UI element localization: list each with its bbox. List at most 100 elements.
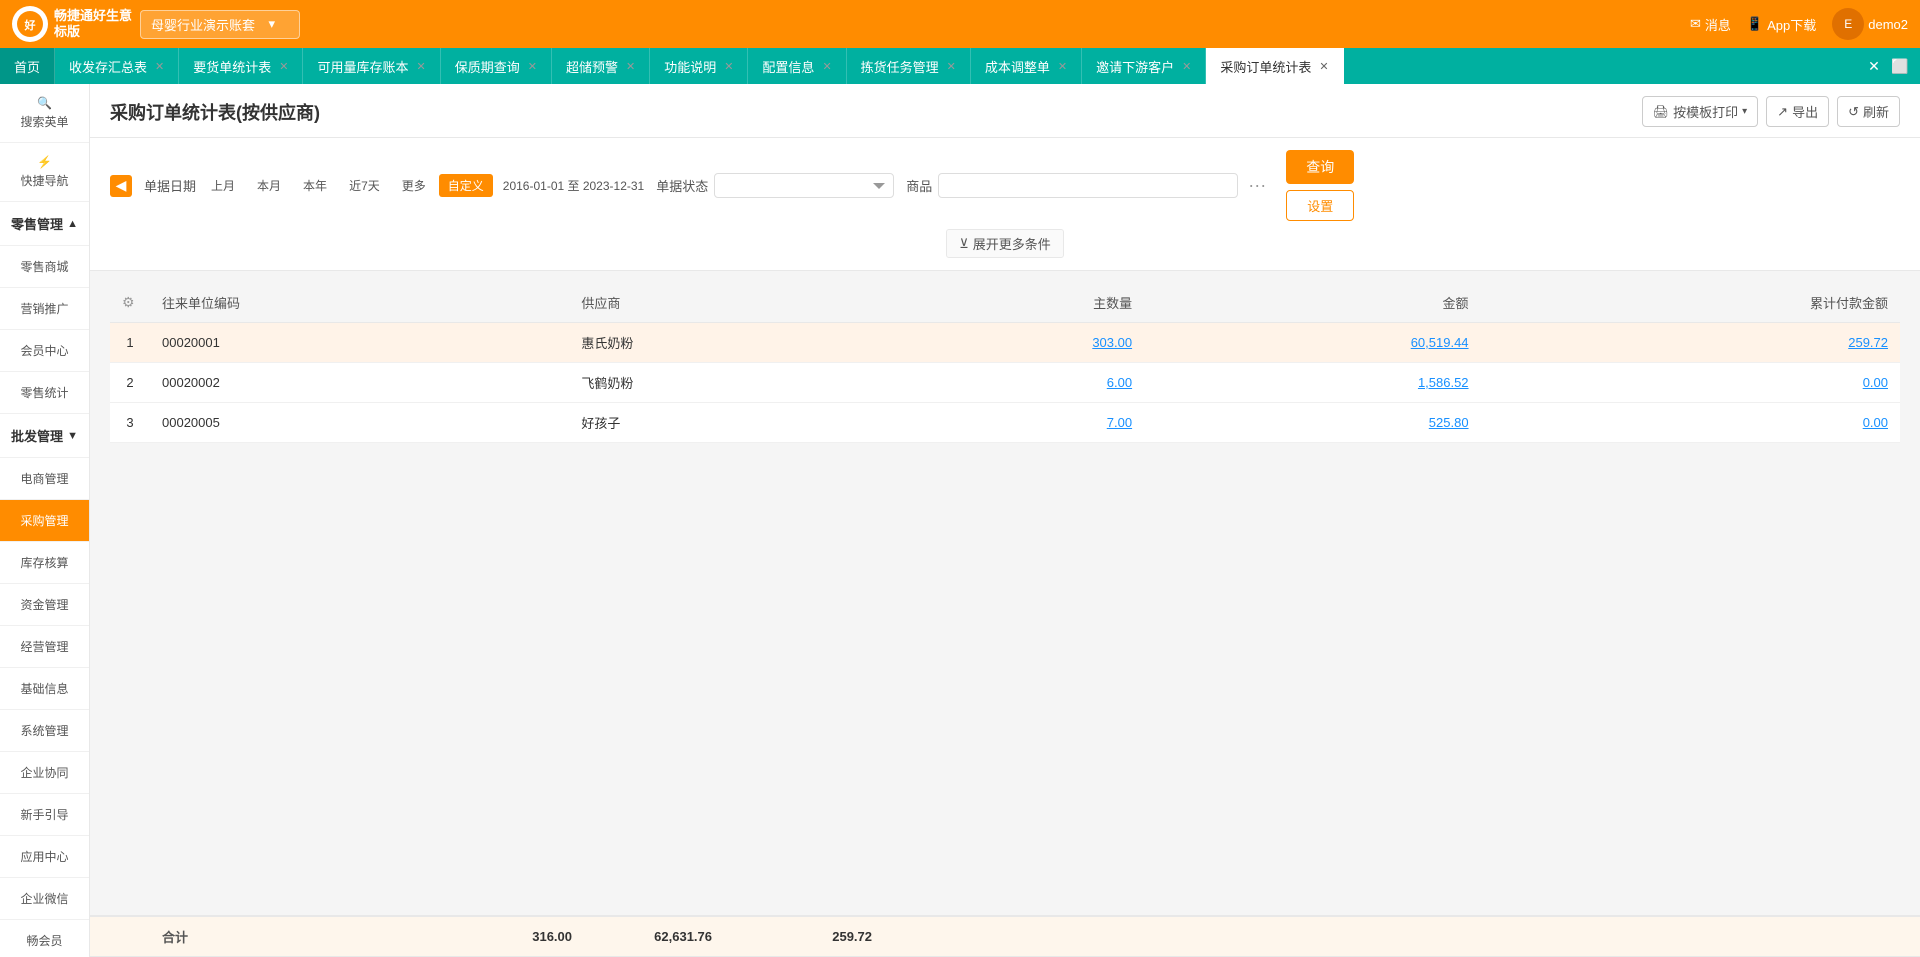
tab-freshness[interactable]: 保质期查询 ✕ xyxy=(441,48,552,84)
sidebar-item-quick-nav[interactable]: ⚡ 快捷导航 xyxy=(0,143,89,202)
cell-amount[interactable]: 1,586.52 xyxy=(1144,363,1480,403)
expand-more-btn[interactable]: ⊻ 展开更多条件 xyxy=(946,229,1064,258)
cell-paid-amount[interactable]: 259.72 xyxy=(1481,323,1900,363)
cell-unit-code: 00020002 xyxy=(150,363,569,403)
date-range-display: 2016-01-01 至 2023-12-31 xyxy=(503,177,644,194)
sidebar-item-member[interactable]: 会员中心 xyxy=(0,330,89,372)
th-supplier: 供应商 xyxy=(569,283,882,323)
sidebar-item-finance[interactable]: 资金管理 xyxy=(0,584,89,626)
workspace-selector[interactable]: 母婴行业演示账套 ▾ xyxy=(140,10,300,39)
page-header: 采购订单统计表(按供应商) 🖨 按模板打印 ▾ ↗ 导出 ↺ 刷新 xyxy=(90,84,1920,138)
status-select[interactable] xyxy=(714,173,894,198)
sidebar-item-marketing[interactable]: 营销推广 xyxy=(0,288,89,330)
tab-invite-downstream[interactable]: 邀请下游客户 ✕ xyxy=(1082,48,1206,84)
sidebar-item-purchase[interactable]: 采购管理 xyxy=(0,500,89,542)
top-bar-left: 好 畅捷通好生意 标版 母婴行业演示账套 ▾ xyxy=(12,6,300,42)
tab-function-desc[interactable]: 功能说明 ✕ xyxy=(650,48,748,84)
cell-paid-amount[interactable]: 0.00 xyxy=(1481,403,1900,443)
sidebar-item-retail[interactable]: 零售管理 ▲ xyxy=(0,202,89,246)
sidebar-item-enterprise-wechat[interactable]: 企业微信 xyxy=(0,878,89,920)
tab-close-purchase-stat[interactable]: ✕ xyxy=(1319,60,1328,73)
sidebar-item-operations[interactable]: 经营管理 xyxy=(0,626,89,668)
tab-close-freshness[interactable]: ✕ xyxy=(528,60,537,73)
query-button[interactable]: 查询 xyxy=(1286,150,1354,184)
date-shortcut-custom[interactable]: 自定义 xyxy=(439,174,493,197)
refresh-icon: ↺ xyxy=(1848,104,1859,120)
sidebar-item-app-center[interactable]: 应用中心 xyxy=(0,836,89,878)
table-container: ⚙ 往来单位编码 供应商 主数量 金额 累计付款金额 1 00020001 惠氏… xyxy=(90,271,1920,915)
tab-close-config[interactable]: ✕ xyxy=(822,60,831,73)
expand-icon: ⊻ xyxy=(959,236,969,252)
cell-seq: 2 xyxy=(110,363,150,403)
toggle-expand-button[interactable]: ◀ xyxy=(110,175,132,197)
sidebar-item-retail-stat[interactable]: 零售统计 xyxy=(0,372,89,414)
tab-close-invite-downstream[interactable]: ✕ xyxy=(1182,60,1191,73)
table-row: 2 00020002 飞鹤奶粉 6.00 1,586.52 0.00 xyxy=(110,363,1900,403)
filter-area: ◀ 单据日期 上月 本月 本年 近7天 更多 自定义 2016-01-01 至 … xyxy=(90,138,1920,271)
tab-cost-adjust[interactable]: 成本调整单 ✕ xyxy=(971,48,1082,84)
tab-config[interactable]: 配置信息 ✕ xyxy=(748,48,846,84)
print-icon: 🖨 xyxy=(1653,104,1670,120)
retail-chevron-icon: ▲ xyxy=(67,218,78,230)
content-area: 采购订单统计表(按供应商) 🖨 按模板打印 ▾ ↗ 导出 ↺ 刷新 xyxy=(90,84,1920,957)
tab-close-cost-adjust[interactable]: ✕ xyxy=(1058,60,1067,73)
sidebar-item-guide[interactable]: 新手引导 xyxy=(0,794,89,836)
date-shortcut-this-month[interactable]: 本月 xyxy=(248,174,290,197)
tab-close-available-stock[interactable]: ✕ xyxy=(417,60,426,73)
cell-seq: 3 xyxy=(110,403,150,443)
cell-qty[interactable]: 7.00 xyxy=(882,403,1144,443)
sidebar-item-system[interactable]: 系统管理 xyxy=(0,710,89,752)
setting-button[interactable]: 设置 xyxy=(1286,190,1354,221)
tab-close-function-desc[interactable]: ✕ xyxy=(724,60,733,73)
tab-close-receive[interactable]: ✕ xyxy=(155,60,164,73)
nav-tabs: 首页 收发存汇总表 ✕ 要货单统计表 ✕ 可用量库存账本 ✕ 保质期查询 ✕ 超… xyxy=(0,48,1920,84)
footer-label: 合计 xyxy=(102,927,392,946)
date-shortcut-last-month[interactable]: 上月 xyxy=(202,174,244,197)
sidebar-item-wholesale[interactable]: 批发管理 ▼ xyxy=(0,414,89,458)
avatar: E xyxy=(1832,8,1864,40)
sidebar-item-retail-store[interactable]: 零售商城 xyxy=(0,246,89,288)
tab-close-overstock[interactable]: ✕ xyxy=(626,60,635,73)
sidebar-item-inventory[interactable]: 库存核算 xyxy=(0,542,89,584)
tab-close-order-stat[interactable]: ✕ xyxy=(279,60,288,73)
cell-paid-amount[interactable]: 0.00 xyxy=(1481,363,1900,403)
date-shortcuts: 上月 本月 本年 近7天 更多 自定义 xyxy=(202,174,493,197)
date-shortcut-this-year[interactable]: 本年 xyxy=(294,174,336,197)
sidebar: 🔍 搜索英单 ⚡ 快捷导航 零售管理 ▲ 零售商城 营销推广 会员中心 零售统计… xyxy=(0,84,90,957)
sidebar-item-vip[interactable]: 畅会员 xyxy=(0,920,89,957)
message-btn[interactable]: ✉ 消息 xyxy=(1690,15,1731,34)
tab-available-stock[interactable]: 可用量库存账本 ✕ xyxy=(303,48,440,84)
date-shortcut-7days[interactable]: 近7天 xyxy=(340,174,389,197)
print-button[interactable]: 🖨 按模板打印 ▾ xyxy=(1642,96,1759,127)
tab-overstock[interactable]: 超储预警 ✕ xyxy=(552,48,650,84)
tab-home[interactable]: 首页 xyxy=(0,48,55,84)
sidebar-item-enterprise[interactable]: 企业协同 xyxy=(0,752,89,794)
tab-purchase-stat[interactable]: 采购订单统计表 ✕ xyxy=(1206,48,1343,84)
th-paid-amount: 累计付款金额 xyxy=(1481,283,1900,323)
tab-close-pick-task[interactable]: ✕ xyxy=(947,60,956,73)
filter-actions: 查询 设置 xyxy=(1286,150,1354,221)
sidebar-item-ecommerce[interactable]: 电商管理 xyxy=(0,458,89,500)
filter-status: 单据状态 xyxy=(656,173,894,198)
table-footer: 合计 316.00 62,631.76 259.72 xyxy=(90,915,1920,957)
user-avatar[interactable]: E demo2 xyxy=(1832,8,1908,40)
cell-amount[interactable]: 60,519.44 xyxy=(1144,323,1480,363)
export-button[interactable]: ↗ 导出 xyxy=(1766,96,1829,127)
goods-more-btn[interactable]: ··· xyxy=(1248,175,1266,196)
sidebar-item-search[interactable]: 🔍 搜索英单 xyxy=(0,84,89,143)
gear-icon[interactable]: ⚙ xyxy=(122,294,135,310)
tab-pick-task[interactable]: 拣货任务管理 ✕ xyxy=(847,48,971,84)
tab-receive[interactable]: 收发存汇总表 ✕ xyxy=(55,48,179,84)
date-shortcut-more[interactable]: 更多 xyxy=(393,174,435,197)
refresh-button[interactable]: ↺ 刷新 xyxy=(1837,96,1900,127)
tab-order-stat[interactable]: 要货单统计表 ✕ xyxy=(179,48,303,84)
nav-maximize-btn[interactable]: ⬜ xyxy=(1888,54,1912,78)
nav-close-btn[interactable]: ✕ xyxy=(1862,54,1886,78)
app-download-btn[interactable]: 📱 App下载 xyxy=(1747,15,1816,34)
sidebar-item-basic-info[interactable]: 基础信息 xyxy=(0,668,89,710)
goods-input[interactable] xyxy=(938,173,1238,198)
cell-amount[interactable]: 525.80 xyxy=(1144,403,1480,443)
cell-qty[interactable]: 303.00 xyxy=(882,323,1144,363)
cell-qty[interactable]: 6.00 xyxy=(882,363,1144,403)
th-unit-code: 往来单位编码 xyxy=(150,283,569,323)
